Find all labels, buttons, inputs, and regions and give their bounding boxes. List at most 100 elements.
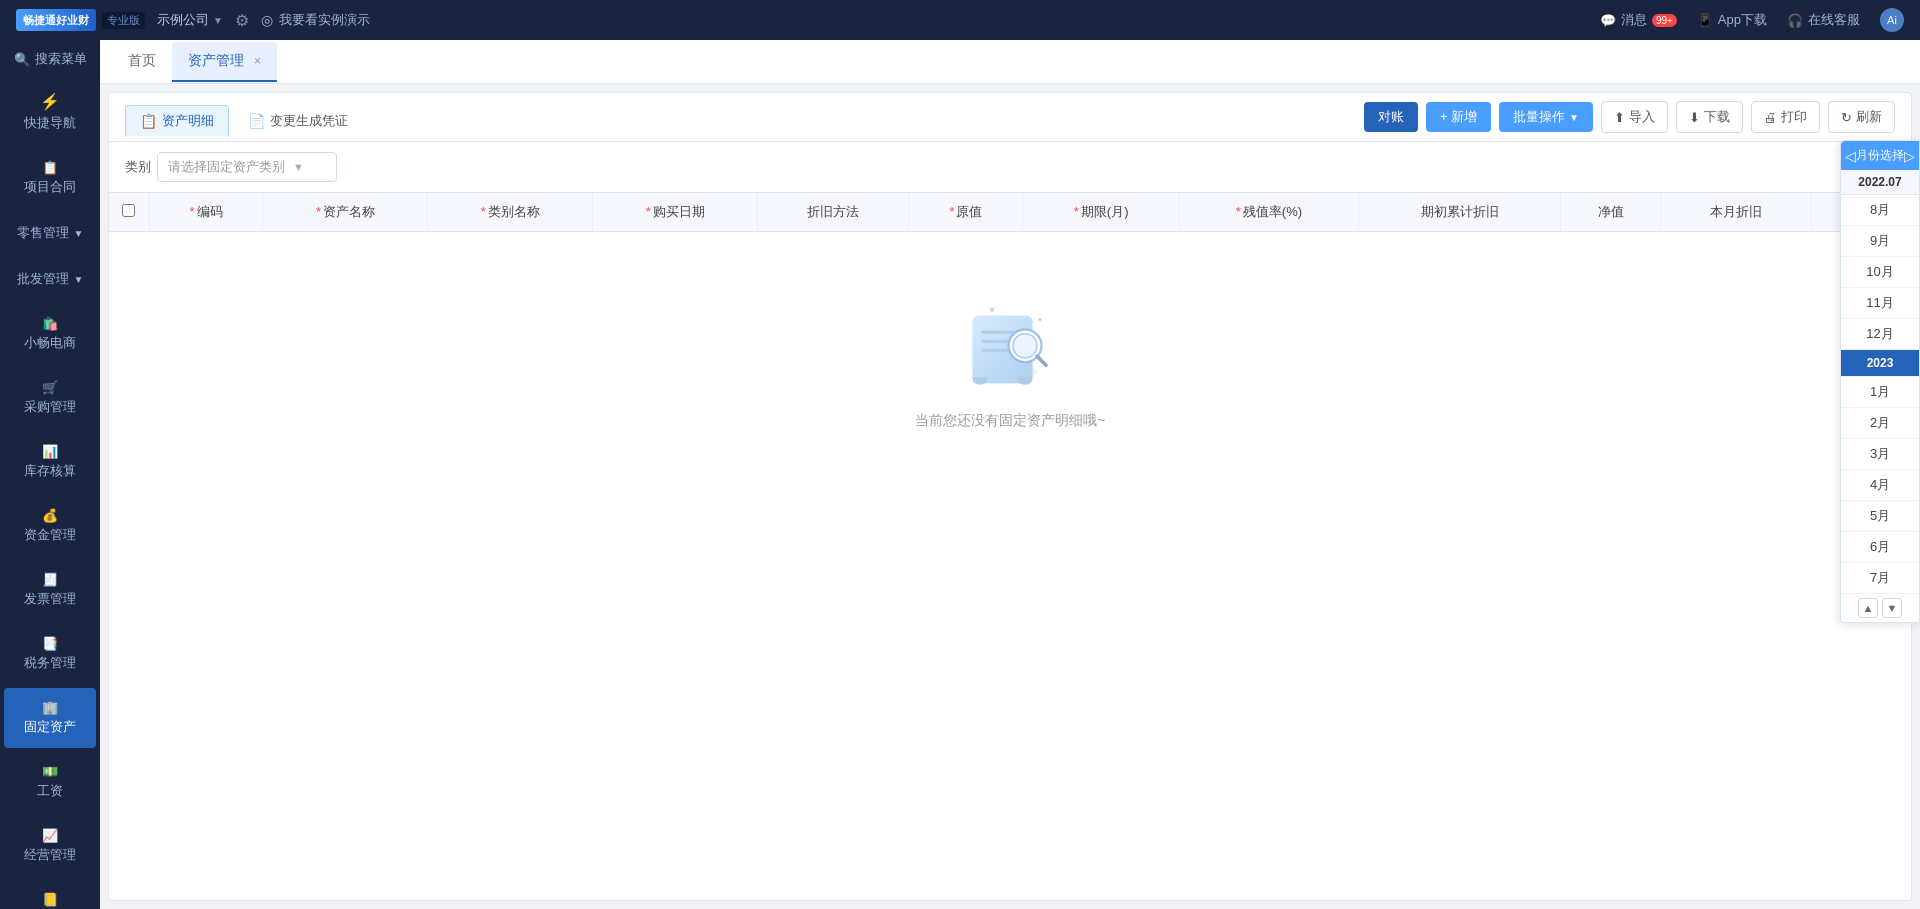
col-depreciation-method-label: 折旧方法 [807,204,859,219]
month-item-3[interactable]: 3月 [1841,439,1919,470]
month-item-4[interactable]: 4月 [1841,470,1919,501]
tab-close-icon[interactable]: × [254,54,261,68]
brand-tag: 专业版 [102,12,145,29]
svg-line-9 [1037,356,1046,365]
sidebar-item-fixed-assets[interactable]: 🏢 固定资产 [4,688,96,748]
import-icon: ⬆ [1614,110,1625,125]
sidebar-item-project[interactable]: 📋 项目合同 [4,148,96,208]
collapse-left-icon[interactable]: ◁ [1845,148,1856,164]
svg-point-11 [1039,318,1042,321]
sidebar-label-salary: 工资 [37,782,63,800]
refresh-button[interactable]: ↻ 刷新 [1828,101,1895,133]
sidebar-label-purchase: 采购管理 [24,398,76,416]
app-download-button[interactable]: 📱 App下载 [1697,11,1767,29]
sidebar-item-wholesale[interactable]: 批发管理 ▼ [4,258,96,300]
inventory-icon: 📊 [42,444,58,459]
sidebar-label-ecommerce: 小畅电商 [24,334,76,352]
col-accumulated-dep-label: 期初累计折旧 [1421,204,1499,219]
company-name: 示例公司 [157,11,209,29]
sidebar-item-invoice[interactable]: 🧾 发票管理 [4,560,96,620]
refresh-icon: ↻ [1841,110,1852,125]
month-item-8[interactable]: 8月 [1841,195,1919,226]
sidebar-item-inventory[interactable]: 📊 库存核算 [4,432,96,492]
sidebar-item-quick-nav[interactable]: ⚡ 快捷导航 [4,80,96,144]
asset-mgmt-tab-label: 资产管理 [188,52,244,70]
month-item-2[interactable]: 2月 [1841,408,1919,439]
month-item-1[interactable]: 1月 [1841,377,1919,408]
invoice-icon: 🧾 [42,572,58,587]
month-item-6[interactable]: 6月 [1841,532,1919,563]
avatar-text: Ai [1887,14,1897,26]
top-bar-left: 畅捷通好业财 专业版 示例公司 ▼ ⚙ ◎ 我要看实例演示 [16,9,370,31]
tab-home[interactable]: 首页 [112,42,172,82]
tab-asset-mgmt[interactable]: 资产管理 × [172,42,277,82]
message-button[interactable]: 💬 消息 99+ [1600,11,1677,29]
main-layout: 🔍 搜索菜单 ⚡ 快捷导航 📋 项目合同 零售管理 ▼ 批发管理 ▼ 🛍️ 小畅… [0,40,1920,909]
print-button[interactable]: 🖨 打印 [1751,101,1820,133]
content-area: 首页 资产管理 × 📋 资产明细 📄 变更生成凭证 [100,40,1920,909]
demo-link-text: 我要看实例演示 [279,11,370,29]
year-2022-label: 2022.07 [1841,170,1919,195]
wholesale-label: 批发管理 [17,270,69,288]
message-badge: 99+ [1652,14,1677,27]
month-item-10[interactable]: 10月 [1841,257,1919,288]
sidebar-item-retail[interactable]: 零售管理 ▼ [4,212,96,254]
category-placeholder: 请选择固定资产类别 [168,158,285,176]
col-category: *类别名称 [428,193,593,232]
month-item-5[interactable]: 5月 [1841,501,1919,532]
online-service-button[interactable]: 🎧 在线客服 [1787,11,1860,29]
tab-bar: 首页 资产管理 × [100,40,1920,84]
nav-down-icon[interactable]: ▼ [1882,598,1902,618]
company-selector[interactable]: 示例公司 ▼ [157,11,223,29]
sidebar-item-general-ledger[interactable]: 📒 总账管理 [4,880,96,909]
month-item-9[interactable]: 9月 [1841,226,1919,257]
sidebar-item-search[interactable]: 🔍 搜索菜单 [0,40,100,78]
salary-icon: 💵 [42,764,58,779]
import-button[interactable]: ⬆ 导入 [1601,101,1668,133]
select-all-checkbox[interactable] [122,204,135,217]
asset-detail-icon: 📋 [140,113,157,129]
sidebar-item-salary[interactable]: 💵 工资 [4,752,96,812]
ecommerce-icon: 🛍️ [42,316,58,331]
sidebar-label-tax: 税务管理 [24,654,76,672]
sidebar-item-purchase[interactable]: 🛒 采购管理 [4,368,96,428]
month-item-12[interactable]: 12月 [1841,319,1919,350]
col-code-label: 编码 [197,204,223,219]
sub-tab-change-voucher-label: 变更生成凭证 [270,112,348,130]
app-download-label: App下载 [1718,11,1767,29]
sidebar-label-finance: 资金管理 [24,526,76,544]
download-button[interactable]: ⬇ 下载 [1676,101,1743,133]
month-item-7[interactable]: 7月 [1841,563,1919,594]
print-label: 打印 [1781,108,1807,126]
sidebar-item-tax[interactable]: 📑 税务管理 [4,624,96,684]
sidebar-label-quick-nav: 快捷导航 [24,114,76,132]
category-select[interactable]: 请选择固定资产类别 ▼ [157,152,337,182]
assets-table: *编码 *资产名称 *类别名称 *购买日期 [109,193,1911,232]
col-net-value-label: 净值 [1598,204,1624,219]
col-monthly-dep: 本月折旧 [1661,193,1812,232]
sub-tab-asset-detail-label: 资产明细 [162,112,214,130]
general-ledger-icon: 📒 [42,892,58,907]
sidebar-item-finance[interactable]: 💰 资金管理 [4,496,96,556]
operations-icon: 📈 [42,828,58,843]
reconcile-button[interactable]: 对账 [1364,102,1418,132]
expand-right-icon[interactable]: ▷ [1904,148,1915,164]
col-original-value: *原值 [909,193,1023,232]
sub-tab-asset-detail[interactable]: 📋 资产明细 [125,105,229,137]
sidebar-item-ecommerce[interactable]: 🛍️ 小畅电商 [4,304,96,364]
batch-button[interactable]: 批量操作 ▼ [1499,102,1593,132]
download-icon: ⬇ [1689,110,1700,125]
import-label: 导入 [1629,108,1655,126]
settings-button[interactable]: ⚙ [235,11,249,30]
add-button[interactable]: + 新增 [1426,102,1491,132]
sidebar-item-operations[interactable]: 📈 经营管理 [4,816,96,876]
demo-link[interactable]: ◎ 我要看实例演示 [261,11,370,29]
print-icon: 🖨 [1764,110,1777,125]
batch-label: 批量操作 [1513,108,1565,126]
user-avatar[interactable]: Ai [1880,8,1904,32]
search-icon: 🔍 [14,52,30,67]
batch-chevron-icon: ▼ [1569,112,1579,123]
nav-up-icon[interactable]: ▲ [1858,598,1878,618]
sub-tab-change-voucher[interactable]: 📄 变更生成凭证 [233,105,363,137]
month-item-11[interactable]: 11月 [1841,288,1919,319]
